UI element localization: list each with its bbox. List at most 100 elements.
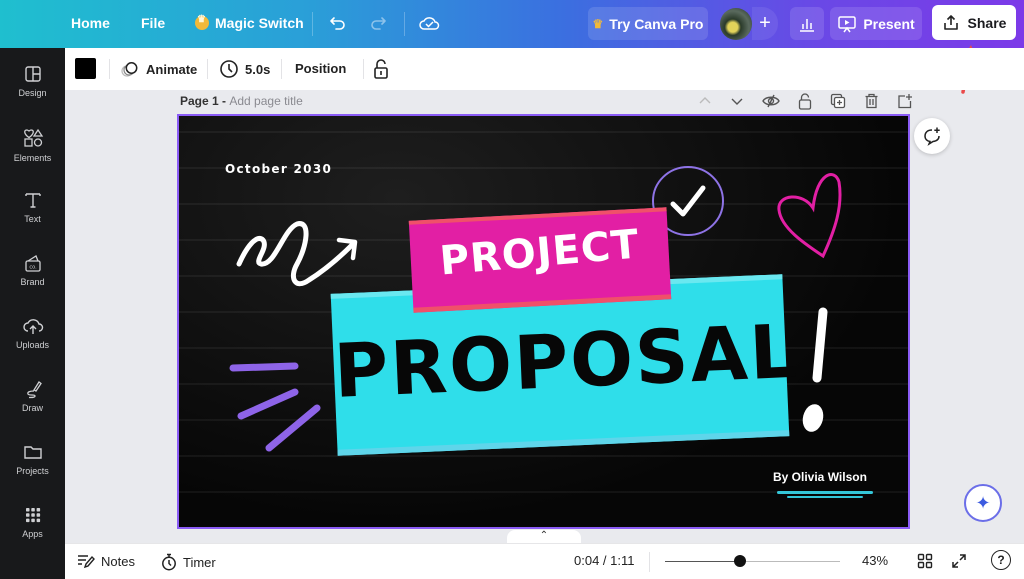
position-button[interactable]: Position xyxy=(295,61,346,76)
redo-icon xyxy=(371,17,386,30)
sidebar-item-draw[interactable]: Draw xyxy=(0,379,65,413)
purple-dash-marks-doodle[interactable] xyxy=(229,352,329,452)
zoom-slider-fill xyxy=(665,561,741,562)
divider xyxy=(404,12,405,36)
design-canvas[interactable]: October 2030 PROPOSAL PROJECT By Olivia … xyxy=(177,114,910,529)
divider xyxy=(207,59,208,79)
timer-button[interactable]: Timer xyxy=(161,553,216,571)
undo-icon xyxy=(330,17,345,30)
sidebar-item-label: Projects xyxy=(16,466,49,476)
brand-icon: co. xyxy=(24,255,41,272)
save-status-button[interactable] xyxy=(418,13,440,33)
stopwatch-icon xyxy=(162,553,176,571)
sidebar-item-uploads[interactable]: Uploads xyxy=(0,316,65,350)
folder-icon xyxy=(23,446,42,459)
sidebar-item-apps[interactable]: Apps xyxy=(0,505,65,539)
headline-project[interactable]: PROJECT xyxy=(409,219,670,287)
add-page-title-input[interactable]: Add page title xyxy=(229,94,302,108)
position-label: Position xyxy=(295,61,347,76)
insights-button[interactable] xyxy=(790,7,824,40)
sidebar-item-label: Elements xyxy=(13,153,52,163)
byline-underline xyxy=(777,491,873,494)
comment-plus-icon xyxy=(924,127,940,146)
sidebar-item-label: Text xyxy=(24,214,41,224)
magic-assistant-button[interactable]: ✦ xyxy=(964,484,1002,522)
exclamation-doodle[interactable] xyxy=(799,306,839,436)
share-upload-icon xyxy=(943,14,958,30)
notes-button[interactable]: Notes xyxy=(77,553,135,569)
sidebar-item-label: Apps xyxy=(22,529,43,539)
try-pro-label: Try Canva Pro xyxy=(609,15,704,32)
expand-pages-button[interactable]: ⌃ xyxy=(507,530,581,544)
lock-button[interactable] xyxy=(372,58,390,80)
headline-proposal[interactable]: PROPOSAL xyxy=(332,309,800,415)
animate-icon xyxy=(121,62,138,77)
color-swatch[interactable] xyxy=(75,58,96,79)
expand-icon xyxy=(952,554,966,568)
divider xyxy=(109,59,110,79)
sidebar-item-design[interactable]: Design xyxy=(0,64,65,98)
add-page-icon[interactable] xyxy=(897,93,913,109)
home-menu[interactable]: Home xyxy=(71,15,110,31)
undo-button[interactable] xyxy=(328,13,348,33)
crown-icon: ♛ xyxy=(592,16,604,31)
text-icon xyxy=(24,193,41,208)
add-comment-button[interactable] xyxy=(914,118,950,154)
plus-icon: + xyxy=(759,12,771,34)
hide-page-icon[interactable] xyxy=(762,93,780,109)
sidebar-item-brand[interactable]: co. Brand xyxy=(0,253,65,287)
sidebar-item-label: Uploads xyxy=(15,340,50,350)
lock-page-icon[interactable] xyxy=(798,93,812,110)
chevron-down-icon[interactable] xyxy=(730,93,744,109)
page-header: Page 1 - Add page title xyxy=(180,94,303,108)
grid-view-icon xyxy=(917,553,933,569)
redo-button[interactable] xyxy=(368,13,388,33)
sidebar-item-label: Design xyxy=(18,88,47,98)
time-readout: 0:04 / 1:11 xyxy=(574,553,635,568)
share-label: Share xyxy=(967,14,1007,31)
zoom-slider[interactable] xyxy=(665,555,840,567)
page-actions xyxy=(698,93,913,110)
playback-time: 0:04 / 1:11 xyxy=(574,553,634,568)
clock-icon xyxy=(220,60,238,78)
shapes-icon xyxy=(23,128,43,147)
duration-button[interactable]: 5.0s xyxy=(219,59,270,79)
sidebar-item-label: Draw xyxy=(21,403,43,413)
cloud-check-icon xyxy=(419,17,440,30)
date-text[interactable]: October 2030 xyxy=(225,162,332,176)
pen-icon xyxy=(26,381,42,399)
try-canva-pro-button[interactable]: ♛ Try Canva Pro xyxy=(588,7,708,40)
magic-switch-label: Magic Switch xyxy=(215,15,304,31)
hamburger-menu-icon[interactable] xyxy=(24,14,42,32)
squiggle-arrow-doodle[interactable] xyxy=(235,216,365,296)
sidebar-item-elements[interactable]: Elements xyxy=(0,127,65,163)
user-avatar[interactable] xyxy=(720,8,752,40)
magic-switch-button[interactable]: Magic Switch xyxy=(195,14,304,31)
help-button[interactable]: ? xyxy=(991,550,1011,570)
present-button[interactable]: Present xyxy=(830,7,922,40)
add-collaborator-button[interactable]: + xyxy=(752,7,778,40)
delete-page-icon[interactable] xyxy=(864,93,879,109)
bottom-bar: Notes Timer 0:04 / 1:11 43% ? xyxy=(65,543,1024,579)
animate-button[interactable]: Animate xyxy=(120,60,197,78)
zoom-level[interactable]: 43% xyxy=(862,553,888,568)
sidebar-item-projects[interactable]: Projects xyxy=(0,442,65,476)
fullscreen-button[interactable] xyxy=(951,553,967,569)
file-menu[interactable]: File xyxy=(141,15,165,31)
page-title-separator: - xyxy=(218,94,230,108)
home-label: Home xyxy=(71,15,110,31)
left-sidebar: Design Elements Text co. Brand Uploads D… xyxy=(0,48,65,579)
duplicate-page-icon[interactable] xyxy=(830,93,846,109)
chevron-up-icon: ⌃ xyxy=(539,530,549,541)
sidebar-item-label: Brand xyxy=(20,277,45,287)
zoom-slider-handle[interactable] xyxy=(734,555,747,567)
grid-view-button[interactable] xyxy=(917,553,933,569)
heart-doodle[interactable] xyxy=(773,168,845,260)
project-banner[interactable]: PROJECT xyxy=(408,207,672,313)
chevron-up-icon[interactable] xyxy=(698,93,712,109)
author-byline[interactable]: By Olivia Wilson xyxy=(773,470,867,484)
share-button[interactable]: Share xyxy=(932,5,1016,40)
top-navigation-bar: Home File Magic Switch ♛ Try Canva Pro +… xyxy=(0,0,1024,48)
sidebar-item-text[interactable]: Text xyxy=(0,190,65,224)
byline-underline xyxy=(787,496,863,498)
